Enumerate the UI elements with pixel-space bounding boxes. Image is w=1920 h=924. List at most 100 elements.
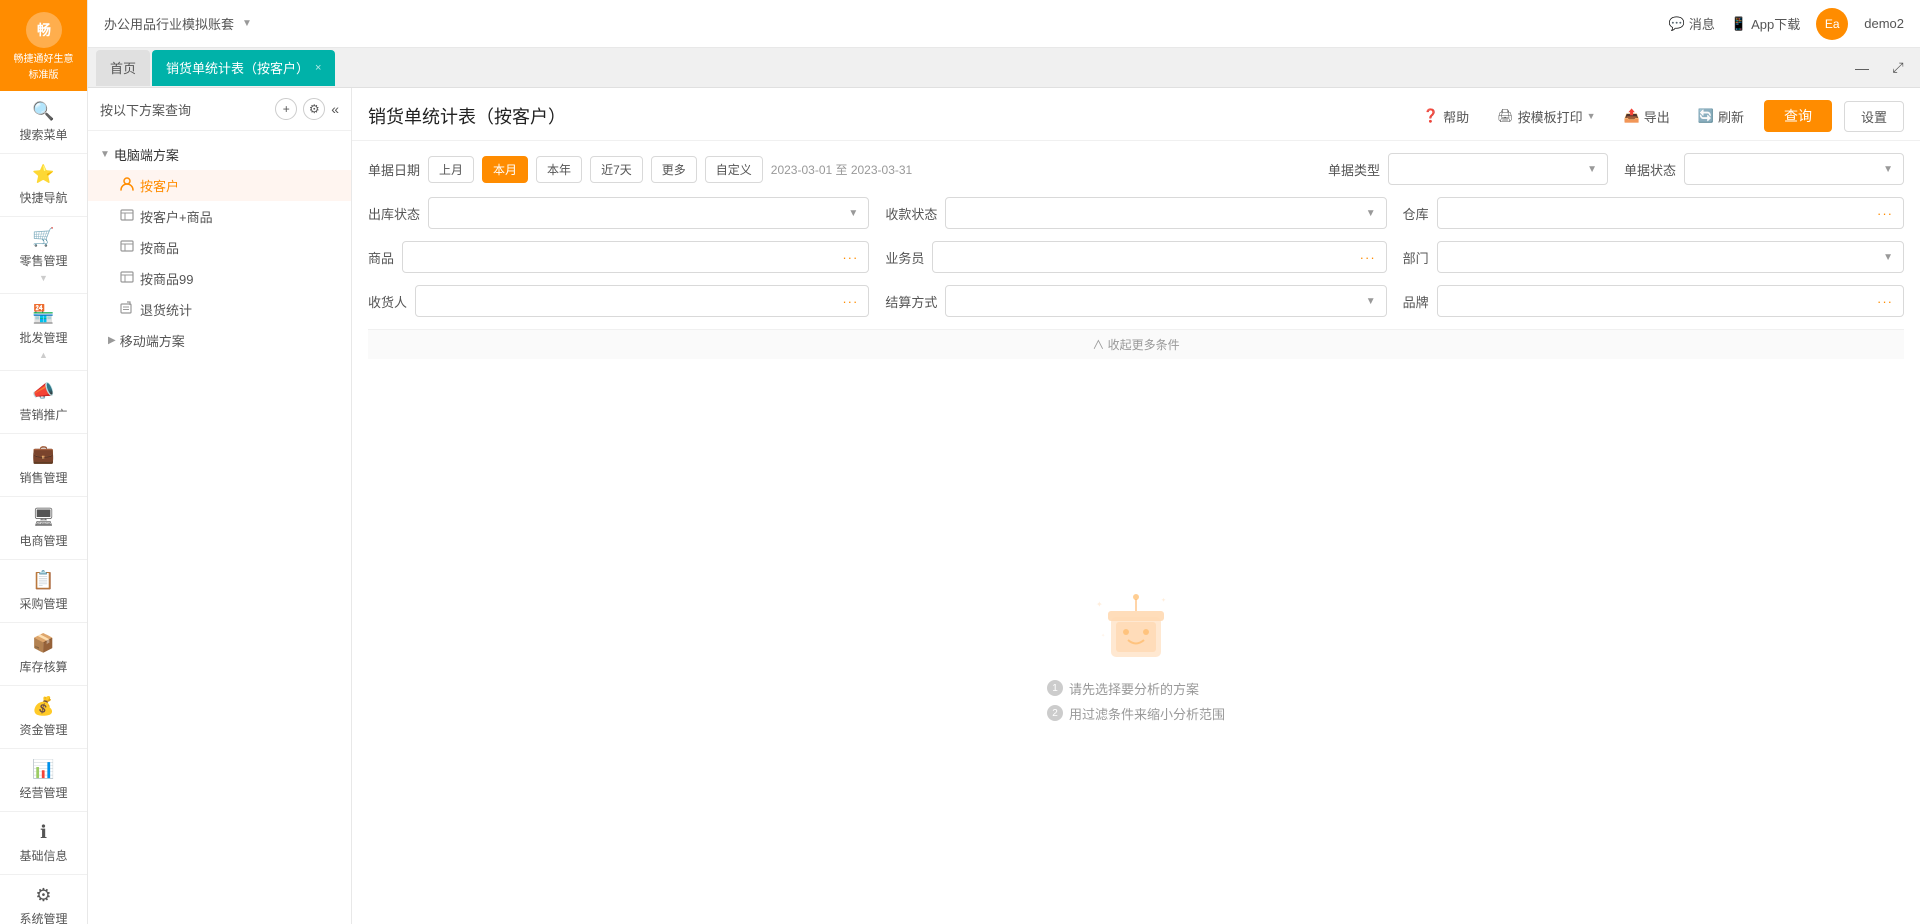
receiver-control[interactable]: ··· <box>415 285 869 317</box>
tree-group-mobile-arrow: ▶ <box>108 335 116 346</box>
payment-label: 结算方式 <box>885 292 937 311</box>
sidebar-item-sales-label: 销售管理 <box>19 469 67 486</box>
minimize-btn[interactable]: — <box>1848 54 1876 82</box>
filter-doc-type-field: 单据类型 ▼ <box>1328 153 1608 185</box>
tab-home[interactable]: 首页 <box>96 50 150 86</box>
sidebar-item-search[interactable]: 🔍 搜索菜单 <box>0 91 87 154</box>
user-name: demo2 <box>1864 16 1904 31</box>
tree-item-return[interactable]: 退货统计 <box>88 294 351 325</box>
salesperson-label: 业务员 <box>885 248 924 267</box>
sidebar-item-system[interactable]: ⚙ 系统管理 <box>0 875 87 924</box>
out-status-control[interactable]: ▼ <box>428 197 869 229</box>
brand-control[interactable]: ··· <box>1437 285 1904 317</box>
filter-goods-field: 商品 ··· <box>368 241 869 273</box>
marketing-icon: 📣 <box>32 381 54 402</box>
tip-text-1: 请先选择要分析的方案 <box>1069 679 1199 698</box>
dept-label: 部门 <box>1403 248 1429 267</box>
header-left: 办公用品行业模拟账套 ▼ <box>104 14 252 33</box>
sidebar-item-wholesale[interactable]: 🏪 批发管理 ▲ <box>0 294 87 371</box>
sidebar-item-marketing[interactable]: 📣 营销推广 <box>0 371 87 434</box>
tree-item-by-customer[interactable]: 按客户 <box>88 170 351 201</box>
salesperson-control[interactable]: ··· <box>932 241 1386 273</box>
left-panel-title: 按以下方案查询 <box>100 100 191 119</box>
business-icon: 📊 <box>32 759 54 780</box>
sidebar-item-nav[interactable]: ⭐ 快捷导航 <box>0 154 87 217</box>
doc-status-control[interactable]: ▼ <box>1684 153 1904 185</box>
filter-row-2: 出库状态 ▼ 收款状态 ▼ 仓库 <box>368 197 1904 229</box>
settings-btn[interactable]: 设置 <box>1844 101 1904 132</box>
sidebar-item-business[interactable]: 📊 经营管理 <box>0 749 87 812</box>
filter-date-field: 单据日期 上月 本月 本年 近7天 更多 自定义 2023-03-01 至 20… <box>368 156 1312 183</box>
header-right: 💬 消息 📱 App下载 Ea demo2 <box>1669 8 1904 40</box>
sales-icon: 💼 <box>32 444 54 465</box>
sidebar-item-inventory[interactable]: 📦 库存核算 <box>0 623 87 686</box>
dept-control[interactable]: ▼ <box>1437 241 1904 273</box>
refresh-btn[interactable]: 🔄 刷新 <box>1690 103 1752 130</box>
sidebar-item-ecommerce[interactable]: 🖥 电商管理 <box>0 497 87 560</box>
date-btn-custom[interactable]: 自定义 <box>705 156 763 183</box>
receive-status-label: 收款状态 <box>885 204 937 223</box>
app-download-btn[interactable]: 📱 App下载 <box>1731 14 1800 33</box>
filter-warehouse-field: 仓库 ··· <box>1403 197 1904 229</box>
payment-control[interactable]: ▼ <box>945 285 1386 317</box>
sidebar-item-retail[interactable]: 🛒 零售管理 ▼ <box>0 217 87 294</box>
date-btn-last-month[interactable]: 上月 <box>428 156 474 183</box>
add-scheme-btn[interactable]: + <box>275 98 297 120</box>
sidebar-item-sales[interactable]: 💼 销售管理 <box>0 434 87 497</box>
sidebar-item-purchase[interactable]: 📋 采购管理 <box>0 560 87 623</box>
export-icon: 📤 <box>1624 108 1640 124</box>
collapse-row[interactable]: ∧ 收起更多条件 <box>368 329 1904 359</box>
message-label: 消息 <box>1689 14 1715 33</box>
date-label: 单据日期 <box>368 160 420 179</box>
doc-status-arrow: ▼ <box>1883 164 1893 175</box>
system-icon: ⚙ <box>35 885 51 906</box>
maximize-btn[interactable]: ⤢ <box>1884 54 1912 82</box>
date-btn-more[interactable]: 更多 <box>651 156 697 183</box>
sidebar-item-ecommerce-label: 电商管理 <box>19 532 67 549</box>
sidebar-item-basic-label: 基础信息 <box>19 847 67 864</box>
tree-group-pc-header[interactable]: ▼ 电脑端方案 <box>88 139 351 170</box>
retail-icon: 🛒 <box>32 227 54 248</box>
receive-status-arrow: ▼ <box>1366 208 1376 219</box>
date-btn-this-year[interactable]: 本年 <box>536 156 582 183</box>
tab-close-btn[interactable]: × <box>315 62 321 74</box>
sidebar-item-finance[interactable]: 💰 资金管理 <box>0 686 87 749</box>
filter-out-status-field: 出库状态 ▼ <box>368 197 869 229</box>
help-btn[interactable]: ❓ 帮助 <box>1415 103 1477 130</box>
warehouse-control[interactable]: ··· <box>1437 197 1904 229</box>
collapse-panel-btn[interactable]: « <box>331 101 339 117</box>
brand-sub: 标准版 <box>29 66 59 81</box>
empty-tips: 1 请先选择要分析的方案 2 用过滤条件来缩小分析范围 <box>1047 679 1225 729</box>
sidebar-item-finance-label: 资金管理 <box>19 721 67 738</box>
out-status-arrow: ▼ <box>848 208 858 219</box>
query-btn[interactable]: 查询 <box>1764 100 1832 132</box>
export-btn[interactable]: 📤 导出 <box>1616 103 1678 130</box>
goods-control[interactable]: ··· <box>402 241 869 273</box>
print-btn[interactable]: 🖨 按模板打印 ▼ <box>1489 103 1603 130</box>
tree-item-customer-goods[interactable]: 按客户+商品 <box>88 201 351 232</box>
date-btn-7days[interactable]: 近7天 <box>590 156 643 183</box>
filter-brand-field: 品牌 ··· <box>1403 285 1904 317</box>
warehouse-dots: ··· <box>1877 206 1893 221</box>
message-btn[interactable]: 💬 消息 <box>1669 14 1715 33</box>
tab-active[interactable]: 销货单统计表（按客户） × <box>152 50 335 86</box>
left-panel: 按以下方案查询 + ⚙ « ▼ 电脑端方案 <box>88 88 352 924</box>
filter-receive-status-field: 收款状态 ▼ <box>885 197 1386 229</box>
sidebar-item-basic[interactable]: ℹ 基础信息 <box>0 812 87 875</box>
purchase-icon: 📋 <box>32 570 54 591</box>
avatar[interactable]: Ea <box>1816 8 1848 40</box>
app-dropdown-arrow[interactable]: ▼ <box>242 18 252 29</box>
tab-active-label: 销货单统计表（按客户） <box>166 58 309 77</box>
help-icon: ❓ <box>1423 108 1439 124</box>
out-status-label: 出库状态 <box>368 204 420 223</box>
tree-group-mobile-header[interactable]: ▶ 移动端方案 <box>88 325 351 356</box>
tree-item-goods[interactable]: 按商品 <box>88 232 351 263</box>
settings-scheme-btn[interactable]: ⚙ <box>303 98 325 120</box>
receive-status-control[interactable]: ▼ <box>945 197 1386 229</box>
date-btn-this-month[interactable]: 本月 <box>482 156 528 183</box>
tab-actions: — ⤢ <box>1848 54 1912 82</box>
tree-group-pc: ▼ 电脑端方案 按客户 <box>88 139 351 325</box>
sidebar: 畅 畅捷通好生意 标准版 🔍 搜索菜单 ⭐ 快捷导航 🛒 零售管理 ▼ 🏪 批发… <box>0 0 88 924</box>
tree-item-goods99[interactable]: 按商品99 <box>88 263 351 294</box>
doc-type-control[interactable]: ▼ <box>1388 153 1608 185</box>
